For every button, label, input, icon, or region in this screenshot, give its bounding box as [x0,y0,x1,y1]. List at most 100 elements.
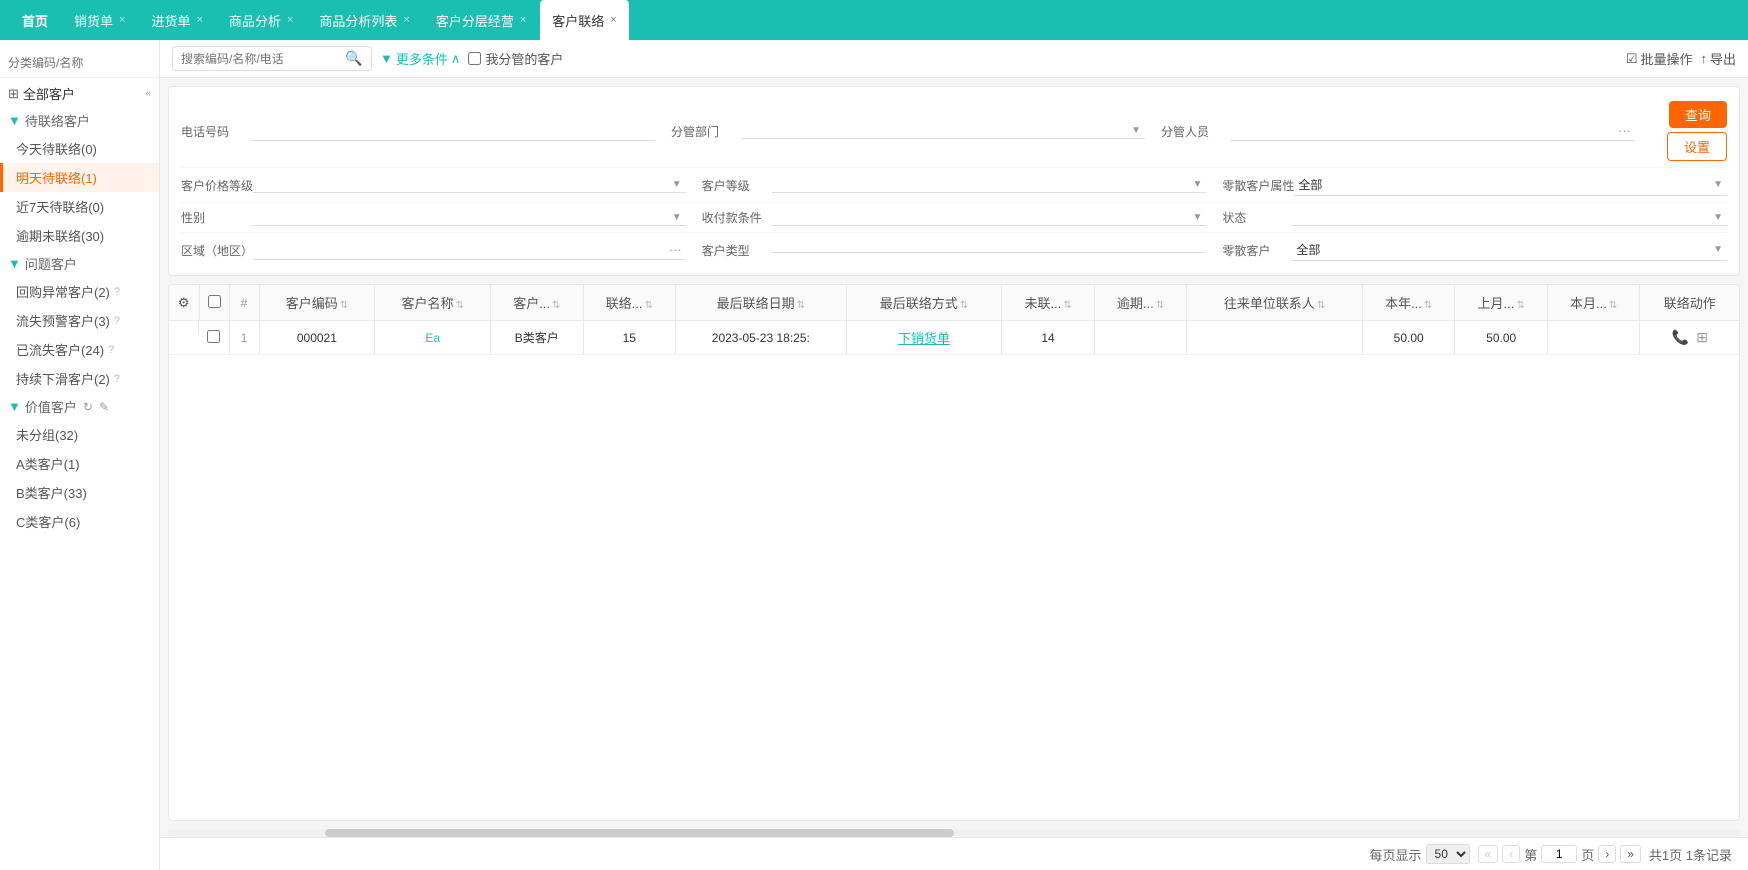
sidebar-item-c-class[interactable]: C类客户(6) [0,507,159,536]
sort-month-icon[interactable]: ⇅ [1609,300,1617,311]
my-customers-checkbox[interactable] [468,52,481,65]
row-action-more-icon[interactable]: ⊞ [1694,329,1710,345]
table-header-this-month[interactable]: 本月...⇅ [1547,285,1639,321]
table-header-type[interactable]: 客户...⇅ [491,285,583,321]
close-product-analysis-list-icon[interactable]: × [403,14,409,26]
row-actions[interactable]: 📞 ⊞ [1640,321,1739,355]
row-last-method[interactable]: 下销货单 [846,321,1002,355]
sidebar-item-b-class[interactable]: B类客户(33) [0,478,159,507]
sidebar-search-input[interactable] [8,56,160,70]
nav-home[interactable]: 首页 [10,0,60,40]
sort-contact-person-icon[interactable]: ⇅ [1317,300,1325,311]
table-header-last-month[interactable]: 上月...⇅ [1455,285,1547,321]
filter-dept-select[interactable]: ▼ [741,123,1145,139]
filter-payment-select[interactable]: ▼ [772,210,1207,226]
table-checkbox-header[interactable] [199,285,229,321]
sidebar-item-declining[interactable]: 持续下滑客户(2) ? [0,364,159,393]
search-icon[interactable]: 🔍 [345,50,362,67]
sort-code-icon[interactable]: ⇅ [340,300,348,311]
manager-ellipsis-icon[interactable]: ··· [1618,123,1631,138]
batch-operation-button[interactable]: ☑ 批量操作 [1626,49,1693,68]
filter-retail-attr-select[interactable]: 全部 ▼ [1294,174,1727,196]
filter-row-3: 性别 ▼ 收付款条件 ▼ 状态 [181,203,1727,233]
page-size-select[interactable]: 50 [1426,844,1470,864]
horizontal-scrollbar[interactable] [168,829,1740,837]
table-header-last-method[interactable]: 最后联络方式⇅ [846,285,1002,321]
close-purchase-order-icon[interactable]: × [196,14,202,26]
sort-type-icon[interactable]: ⇅ [552,300,560,311]
region-ellipsis-icon[interactable]: ··· [669,242,682,257]
filter-customer-type-select[interactable] [772,248,1207,253]
sidebar-item-tomorrow-contact[interactable]: 明天待联络(1) [0,163,159,192]
last-page-button[interactable]: » [1620,845,1641,863]
my-customers-checkbox-label[interactable]: 我分管的客户 [468,49,563,68]
first-page-button[interactable]: « [1478,845,1499,863]
refresh-icon[interactable]: ↻ [83,400,93,414]
table-header-code[interactable]: 客户编码⇅ [259,285,375,321]
export-button[interactable]: ↑ 导出 [1700,49,1736,68]
sort-overdue-icon[interactable]: ⇅ [1156,300,1164,311]
filter-manager-select[interactable]: ··· [1231,121,1635,141]
nav-tab-sales-order[interactable]: 销货单 × [62,0,137,40]
sort-contact-icon[interactable]: ⇅ [645,300,653,311]
select-all-checkbox[interactable] [208,295,221,308]
filter-gender-select[interactable]: ▼ [251,210,686,226]
sidebar-item-ungroup[interactable]: 未分组(32) [0,420,159,449]
help-icon-2[interactable]: ? [108,344,114,356]
table-header-name[interactable]: 客户名称⇅ [375,285,491,321]
help-icon-3[interactable]: ? [114,373,120,385]
setting-button[interactable]: 设置 [1667,132,1727,161]
row-name[interactable]: Ea [375,321,491,355]
filter-customer-level-select[interactable]: ▼ [772,177,1207,193]
table-header-contact-person[interactable]: 往来单位联系人⇅ [1187,285,1363,321]
filter-region-select[interactable]: ··· [253,240,686,260]
nav-tab-product-analysis[interactable]: 商品分析 × [217,0,305,40]
sidebar-item-a-class[interactable]: A类客户(1) [0,449,159,478]
gender-chevron-icon: ▼ [672,212,682,223]
table-header-contact-count[interactable]: 联络...⇅ [583,285,675,321]
help-icon-1[interactable]: ? [114,315,120,327]
sort-method-icon[interactable]: ⇅ [960,300,968,311]
table-header-this-year[interactable]: 本年...⇅ [1362,285,1454,321]
filter-status-select[interactable]: ▼ [1292,210,1727,226]
close-customer-segmentation-icon[interactable]: × [520,14,526,26]
sort-name-icon[interactable]: ⇅ [455,300,463,311]
sort-last-month-icon[interactable]: ⇅ [1516,300,1524,311]
next-page-button[interactable]: › [1598,845,1616,863]
sidebar-item-churn-warning[interactable]: 流失预警客户(3) ? [0,306,159,335]
sidebar-item-churned[interactable]: 已流失客户(24) ? [0,335,159,364]
search-input[interactable] [181,52,341,66]
settings-icon[interactable]: ⚙ [178,295,190,310]
close-product-analysis-icon[interactable]: × [287,14,293,26]
scrollbar-thumb[interactable] [325,829,954,837]
sidebar-item-week-contact[interactable]: 近7天待联络(0) [0,192,159,221]
query-button[interactable]: 查询 [1669,101,1727,128]
table-header-unlisted[interactable]: 未联...⇅ [1002,285,1094,321]
prev-page-button[interactable]: ‹ [1502,845,1520,863]
sidebar-item-overdue-contact[interactable]: 逾期未联络(30) [0,221,159,250]
edit-value-icon[interactable]: ✎ [99,400,109,414]
sidebar-all-customers[interactable]: ⊞ 全部客户 « [0,78,159,107]
close-customer-contact-icon[interactable]: × [610,14,616,26]
sidebar-item-today-contact[interactable]: 今天待联络(0) [0,134,159,163]
filter-retail-customer-select[interactable]: 全部 ▼ [1292,239,1727,261]
nav-tab-customer-contact[interactable]: 客户联络 × [540,0,628,40]
more-conditions-button[interactable]: ▼ 更多条件 ∧ [380,49,460,68]
table-header-last-date[interactable]: 最后联络日期⇅ [676,285,847,321]
filter-phone-input[interactable] [251,122,655,141]
help-icon-0[interactable]: ? [114,286,120,298]
row-action-phone-icon[interactable]: 📞 [1669,329,1690,345]
table-settings-header[interactable]: ⚙ [169,285,199,321]
row-checkbox[interactable] [199,321,229,355]
page-number-input[interactable] [1541,845,1577,863]
sidebar-item-abnormal-repurchase[interactable]: 回购异常客户(2) ? [0,277,159,306]
nav-tab-product-analysis-list[interactable]: 商品分析列表 × [307,0,421,40]
sort-unlisted-icon[interactable]: ⇅ [1063,300,1071,311]
nav-tab-purchase-order[interactable]: 进货单 × [139,0,214,40]
table-header-overdue[interactable]: 逾期...⇅ [1094,285,1186,321]
sort-date-icon[interactable]: ⇅ [797,300,805,311]
sort-year-icon[interactable]: ⇅ [1424,300,1432,311]
close-sales-order-icon[interactable]: × [119,14,125,26]
filter-price-level-select[interactable]: ▼ [253,177,686,193]
nav-tab-customer-segmentation[interactable]: 客户分层经营 × [424,0,538,40]
